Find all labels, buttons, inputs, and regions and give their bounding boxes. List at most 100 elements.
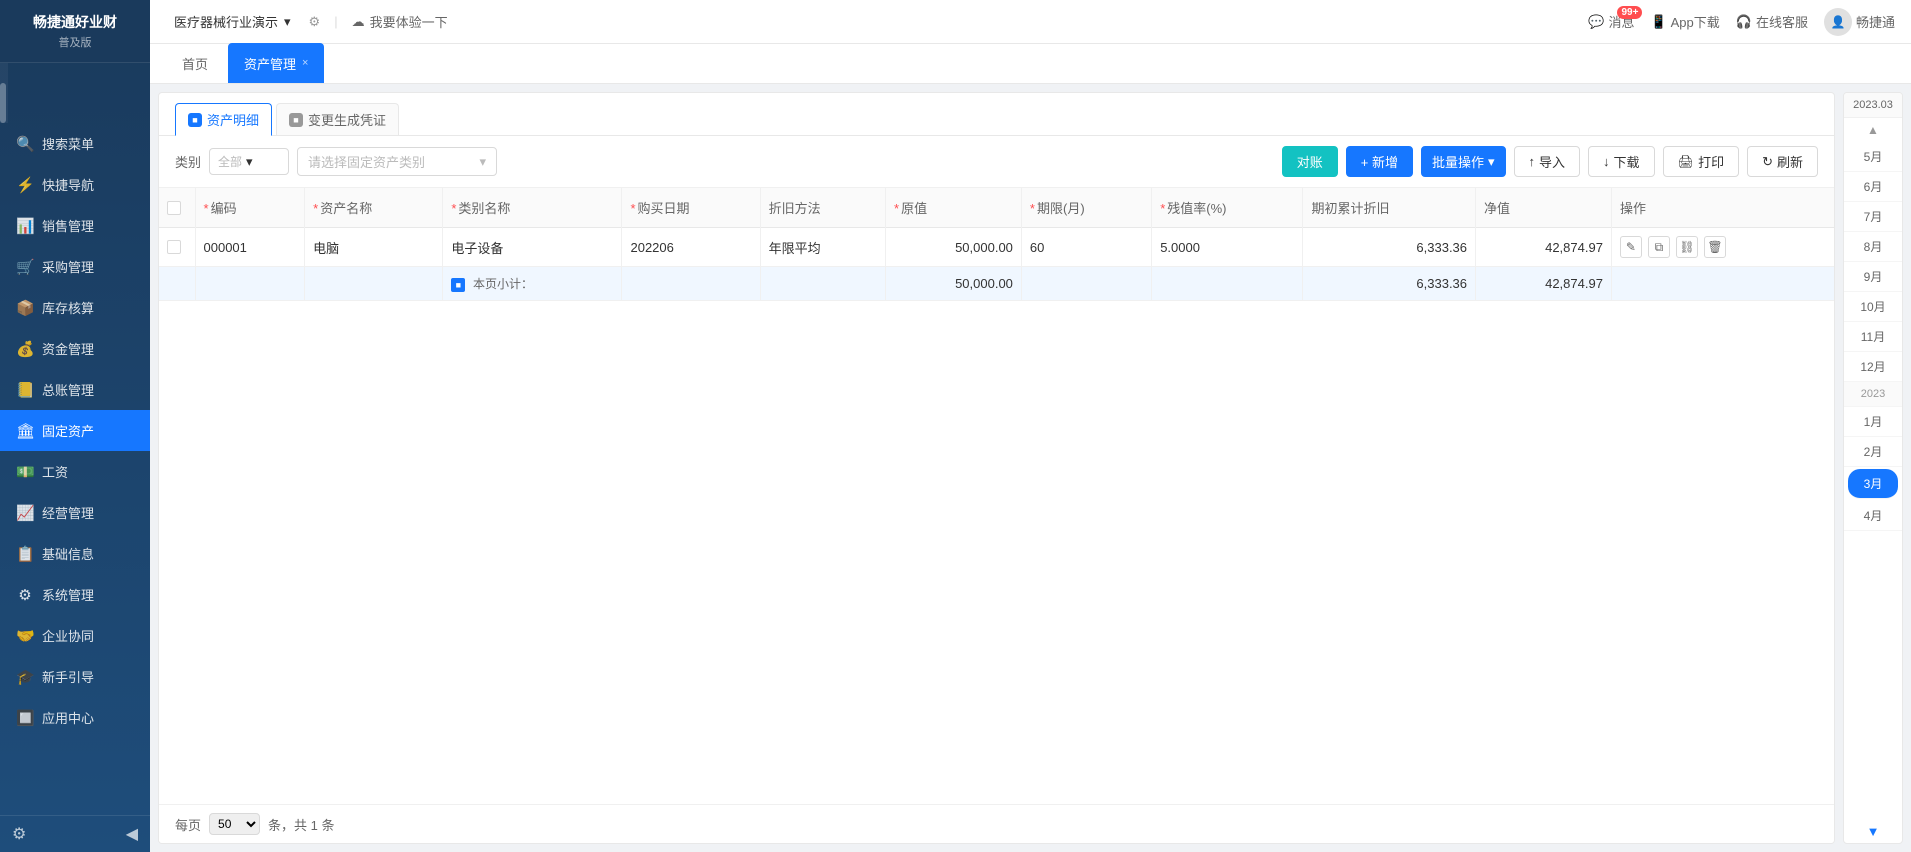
col-period: *期限(月) bbox=[1021, 188, 1151, 228]
sidebar-item-search[interactable]: 🔍 搜索菜单 bbox=[0, 123, 150, 164]
user-profile-action[interactable]: 👤 畅捷通 bbox=[1824, 8, 1895, 36]
voucher-gen-icon: ■ bbox=[289, 113, 303, 127]
row-code-cell: 000001 bbox=[195, 228, 305, 267]
col-purchase-date: *购买日期 bbox=[622, 188, 760, 228]
system-icon: ⚙ bbox=[16, 586, 34, 604]
sidebar-item-general-ledger[interactable]: 📒 总账管理 bbox=[0, 369, 150, 410]
sidebar-item-payroll[interactable]: 💵 工资 bbox=[0, 451, 150, 492]
app-subtitle: 普及版 bbox=[59, 34, 92, 50]
month-item-4[interactable]: 4月 bbox=[1844, 501, 1902, 531]
row-name-cell: 电脑 bbox=[305, 228, 443, 267]
month-list: 5月 6月 7月 8月 9月 10月 11月 12月 2023 1月 2月 3月… bbox=[1844, 142, 1902, 820]
sidebar-item-fixed-assets[interactable]: 🏛 固定资产 bbox=[0, 410, 150, 451]
col-net-value: 净值 bbox=[1476, 188, 1612, 228]
reconcile-label: 对账 bbox=[1297, 152, 1323, 171]
sidebar-item-basic-info[interactable]: 📋 基础信息 bbox=[0, 533, 150, 574]
filter-category-label: 类别 bbox=[175, 152, 201, 171]
import-label: 导入 bbox=[1539, 152, 1565, 171]
panel-up-arrow[interactable]: ▲ bbox=[1865, 122, 1881, 138]
month-item-5[interactable]: 5月 bbox=[1844, 142, 1902, 172]
operations-icon: 📈 bbox=[16, 504, 34, 522]
asset-detail-icon: ■ bbox=[188, 113, 202, 127]
tab-asset-management[interactable]: 资产管理 × bbox=[228, 43, 324, 83]
sidebar-item-sales[interactable]: 📊 销售管理 bbox=[0, 205, 150, 246]
filter-category-dropdown[interactable]: 全部 ▾ bbox=[209, 148, 289, 175]
print-button[interactable]: 🖨 打印 bbox=[1663, 146, 1740, 177]
sidebar: 畅捷通好业财 普及版 🔍 搜索菜单 ⚡ 快捷导航 📊 销售管理 🛒 采购管理 📦… bbox=[0, 0, 150, 852]
month-item-10[interactable]: 10月 bbox=[1844, 292, 1902, 322]
collapse-button[interactable]: ◀ bbox=[126, 824, 138, 844]
settings-gear-icon[interactable]: ⚙ bbox=[309, 14, 321, 30]
sidebar-item-inventory[interactable]: 📦 库存核算 bbox=[0, 287, 150, 328]
message-action[interactable]: 💬 消息 99+ bbox=[1588, 12, 1634, 31]
sidebar-item-system[interactable]: ⚙ 系统管理 bbox=[0, 574, 150, 615]
asset-detail-label: 资产明细 bbox=[207, 110, 259, 129]
month-item-9[interactable]: 9月 bbox=[1844, 262, 1902, 292]
reconcile-button[interactable]: 对账 bbox=[1282, 146, 1338, 177]
username-label: 畅捷通 bbox=[1856, 12, 1895, 31]
company-dropdown-icon: ▾ bbox=[284, 14, 291, 30]
copy-button[interactable]: ⧉ bbox=[1648, 236, 1670, 258]
batch-ops-button[interactable]: 批量操作 ▾ bbox=[1421, 146, 1506, 177]
company-selector[interactable]: 医疗器械行业演示 ▾ bbox=[166, 8, 299, 35]
settings-button[interactable]: ⚙ bbox=[12, 824, 26, 844]
link-button[interactable]: ⛓ bbox=[1676, 236, 1698, 258]
filter-category-input[interactable]: 请选择固定资产类别 ▾ bbox=[297, 147, 497, 176]
new-button[interactable]: + 新增 bbox=[1346, 146, 1413, 177]
chevron-down-icon: ▼ bbox=[1867, 824, 1880, 839]
subtotal-label: 本页小计： bbox=[473, 277, 533, 291]
sidebar-item-capital[interactable]: 💰 资金管理 bbox=[0, 328, 150, 369]
month-item-11[interactable]: 11月 bbox=[1844, 322, 1902, 352]
row-checkbox[interactable] bbox=[167, 240, 181, 254]
refresh-button[interactable]: ↻ 刷新 bbox=[1747, 146, 1818, 177]
fixed-assets-icon: 🏛 bbox=[16, 422, 34, 440]
select-all-checkbox[interactable] bbox=[167, 201, 181, 215]
sidebar-item-guide[interactable]: 🎓 新手引导 bbox=[0, 656, 150, 697]
month-item-7[interactable]: 7月 bbox=[1844, 202, 1902, 232]
tab-home[interactable]: 首页 bbox=[166, 43, 224, 83]
dropdown-label: 全部 bbox=[218, 153, 242, 170]
inventory-icon: 📦 bbox=[16, 299, 34, 317]
header-right-actions: 💬 消息 99+ 📱 App下载 🎧 在线客服 👤 畅捷通 bbox=[1588, 8, 1895, 36]
month-item-3-current[interactable]: 3月 bbox=[1848, 469, 1898, 499]
month-item-1[interactable]: 1月 bbox=[1844, 407, 1902, 437]
inner-tabs: ■ 资产明细 ■ 变更生成凭证 bbox=[159, 93, 1834, 136]
month-item-12[interactable]: 12月 bbox=[1844, 352, 1902, 382]
experience-button[interactable]: ☁ 我要体验一下 bbox=[352, 12, 448, 31]
month-item-8[interactable]: 8月 bbox=[1844, 232, 1902, 262]
inner-tab-voucher-gen[interactable]: ■ 变更生成凭证 bbox=[276, 103, 399, 135]
col-actions: 操作 bbox=[1611, 188, 1834, 228]
col-residual-rate: *残值率(%) bbox=[1152, 188, 1303, 228]
sidebar-item-operations[interactable]: 📈 经营管理 bbox=[0, 492, 150, 533]
headset-icon: 🎧 bbox=[1736, 14, 1752, 30]
tab-asset-management-label: 资产管理 bbox=[244, 54, 296, 73]
subtotal-original-value: 50,000.00 bbox=[886, 267, 1022, 301]
sidebar-item-enterprise[interactable]: 🤝 企业协同 bbox=[0, 615, 150, 656]
download-button[interactable]: ↓ 下载 bbox=[1588, 146, 1655, 177]
month-item-2[interactable]: 2月 bbox=[1844, 437, 1902, 467]
sidebar-item-purchase[interactable]: 🛒 采购管理 bbox=[0, 246, 150, 287]
tab-close-icon[interactable]: × bbox=[302, 57, 308, 69]
subtotal-net-value: 42,874.97 bbox=[1476, 267, 1612, 301]
col-name: *资产名称 bbox=[305, 188, 443, 228]
sidebar-item-quick-nav[interactable]: ⚡ 快捷导航 bbox=[0, 164, 150, 205]
panel-down-arrow[interactable]: ▼ bbox=[1844, 820, 1902, 843]
row-period-cell: 60 bbox=[1021, 228, 1151, 267]
right-panel-header: 2023.03 bbox=[1844, 93, 1902, 118]
inner-tab-asset-detail[interactable]: ■ 资产明细 bbox=[175, 103, 272, 136]
panel-year-month: 2023.03 bbox=[1853, 99, 1893, 111]
action-buttons: ✎ ⧉ ⛓ 🗑 bbox=[1620, 236, 1826, 258]
import-button[interactable]: ↑ 导入 bbox=[1514, 146, 1581, 177]
month-item-6[interactable]: 6月 bbox=[1844, 172, 1902, 202]
per-page-select[interactable]: 50 10 20 100 bbox=[209, 813, 260, 835]
sidebar-item-app-center[interactable]: 🔲 应用中心 bbox=[0, 697, 150, 738]
message-badge: 99+ bbox=[1617, 6, 1642, 19]
top-header: 医疗器械行业演示 ▾ ⚙ | ☁ 我要体验一下 💬 消息 99+ 📱 App下载… bbox=[150, 0, 1911, 44]
online-service-action[interactable]: 🎧 在线客服 bbox=[1736, 12, 1808, 31]
row-initial-depreciation-cell: 6,333.36 bbox=[1303, 228, 1476, 267]
delete-button[interactable]: 🗑 bbox=[1704, 236, 1726, 258]
edit-button[interactable]: ✎ bbox=[1620, 236, 1642, 258]
batch-ops-label: 批量操作 bbox=[1432, 152, 1484, 171]
app-download-action[interactable]: 📱 App下载 bbox=[1650, 12, 1719, 31]
purchase-icon: 🛒 bbox=[16, 258, 34, 276]
